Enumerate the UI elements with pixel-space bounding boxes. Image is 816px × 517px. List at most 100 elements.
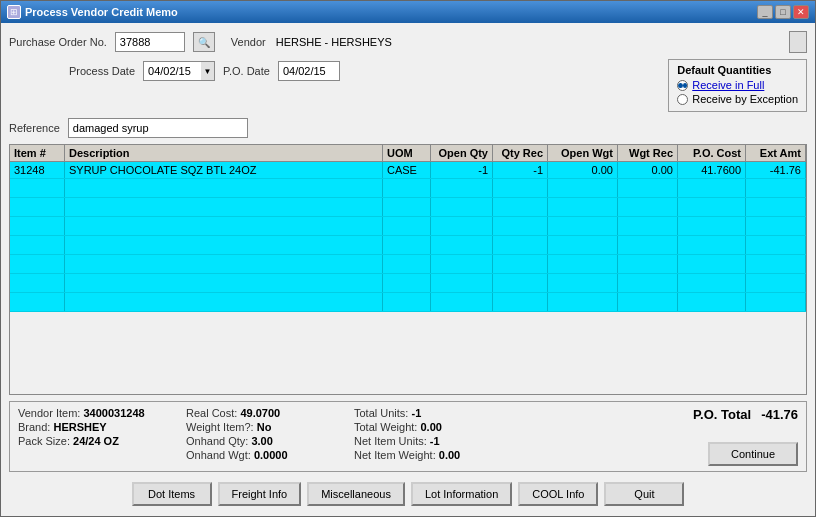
cell-openwgt [548, 293, 618, 311]
cell-openqty: -1 [431, 162, 493, 178]
reference-label: Reference [9, 122, 60, 134]
restore-button[interactable]: □ [775, 5, 791, 19]
net-item-weight-label: Net Item Weight: [354, 449, 436, 461]
cell-item [10, 217, 65, 235]
items-table: Item # Description UOM Open Qty Qty Rec … [9, 144, 807, 395]
freight-info-button[interactable]: Freight Info [218, 482, 302, 506]
receive-by-exception-option[interactable]: Receive by Exception [677, 93, 798, 105]
table-row[interactable] [10, 198, 806, 217]
total-weight-row: Total Weight: 0.00 [354, 421, 514, 433]
cell-desc [65, 255, 383, 273]
cell-openwgt [548, 198, 618, 216]
dot-items-button[interactable]: Dot Items [132, 482, 212, 506]
receive-in-full-label: Receive in Full [692, 79, 764, 91]
miscellaneous-button[interactable]: Miscellaneous [307, 482, 405, 506]
quit-button[interactable]: Quit [604, 482, 684, 506]
info-col-1: Vendor Item: 3400031248 Brand: HERSHEY P… [18, 407, 178, 447]
table-row[interactable] [10, 179, 806, 198]
cell-uom [383, 217, 431, 235]
real-cost-label: Real Cost: [186, 407, 237, 419]
cell-pocost: 41.7600 [678, 162, 746, 178]
main-window: ⊞ Process Vendor Credit Memo _ □ ✕ Purch… [0, 0, 816, 517]
cell-desc [65, 293, 383, 311]
cell-item [10, 198, 65, 216]
cell-pocost [678, 217, 746, 235]
cell-desc [65, 274, 383, 292]
vendor-item-label: Vendor Item: [18, 407, 80, 419]
cell-wgtrec [618, 236, 678, 254]
receive-in-full-option[interactable]: Receive in Full [677, 79, 798, 91]
cell-openqty [431, 255, 493, 273]
cell-qtyrec [493, 198, 548, 216]
vendor-label: Vendor [231, 36, 266, 48]
po-total-label: P.O. Total [693, 407, 751, 422]
continue-button[interactable]: Continue [708, 442, 798, 466]
table-row[interactable] [10, 217, 806, 236]
table-row[interactable] [10, 236, 806, 255]
cell-openqty [431, 293, 493, 311]
cell-item [10, 236, 65, 254]
po-total-section: P.O. Total -41.76 Continue [693, 407, 798, 466]
table-row[interactable] [10, 274, 806, 293]
minimize-button[interactable]: _ [757, 5, 773, 19]
titlebar-left: ⊞ Process Vendor Credit Memo [7, 5, 178, 19]
pack-size-row: Pack Size: 24/24 OZ [18, 435, 178, 447]
po-vendor-row: Purchase Order No. 🔍 Vendor HERSHE - HER… [9, 31, 807, 53]
cell-openwgt [548, 274, 618, 292]
cell-openwgt [548, 236, 618, 254]
vendor-detail-button[interactable] [789, 31, 807, 53]
cell-uom [383, 293, 431, 311]
col-header-desc: Description [65, 145, 383, 161]
process-date-dropdown-arrow[interactable]: ▼ [201, 61, 215, 81]
receive-in-full-radio[interactable] [677, 80, 688, 91]
process-date-input[interactable] [143, 61, 201, 81]
table-row[interactable]: 31248 SYRUP CHOCOLATE SQZ BTL 24OZ CASE … [10, 162, 806, 179]
pack-size-value: 24/24 OZ [73, 435, 119, 447]
cell-wgtrec [618, 255, 678, 273]
cool-info-button[interactable]: COOL Info [518, 482, 598, 506]
info-col-2: Real Cost: 49.0700 Weight Item?: No Onha… [186, 407, 346, 461]
cell-wgtrec [618, 217, 678, 235]
info-col-3: Total Units: -1 Total Weight: 0.00 Net I… [354, 407, 514, 461]
col-header-wgtrec: Wgt Rec [618, 145, 678, 161]
net-item-weight-row: Net Item Weight: 0.00 [354, 449, 514, 461]
cell-uom [383, 198, 431, 216]
cell-uom [383, 179, 431, 197]
total-units-label: Total Units: [354, 407, 408, 419]
cell-extamt [746, 293, 806, 311]
vendor-value: HERSHE - HERSHEYS [276, 36, 392, 48]
po-search-button[interactable]: 🔍 [193, 32, 215, 52]
onhand-qty-value: 3.00 [251, 435, 272, 447]
cell-openqty [431, 179, 493, 197]
receive-by-exception-radio[interactable] [677, 94, 688, 105]
po-date-input[interactable] [278, 61, 340, 81]
brand-label: Brand: [18, 421, 50, 433]
info-panel: Vendor Item: 3400031248 Brand: HERSHEY P… [9, 401, 807, 472]
lot-information-button[interactable]: Lot Information [411, 482, 512, 506]
onhand-wgt-row: Onhand Wgt: 0.0000 [186, 449, 346, 461]
onhand-wgt-value: 0.0000 [254, 449, 288, 461]
cell-openqty [431, 236, 493, 254]
col-header-qtyrec: Qty Rec [493, 145, 548, 161]
cell-item [10, 255, 65, 273]
close-button[interactable]: ✕ [793, 5, 809, 19]
cell-pocost [678, 255, 746, 273]
net-item-units-row: Net Item Units: -1 [354, 435, 514, 447]
total-weight-label: Total Weight: [354, 421, 417, 433]
cell-desc [65, 217, 383, 235]
reference-input[interactable] [68, 118, 248, 138]
po-number-input[interactable] [115, 32, 185, 52]
cell-extamt [746, 198, 806, 216]
cell-openqty [431, 274, 493, 292]
col-header-extamt: Ext Amt [746, 145, 806, 161]
cell-item: 31248 [10, 162, 65, 178]
table-row[interactable] [10, 293, 806, 312]
table-row[interactable] [10, 255, 806, 274]
vendor-item-value: 3400031248 [83, 407, 144, 419]
real-cost-row: Real Cost: 49.0700 [186, 407, 346, 419]
po-total-row: P.O. Total -41.76 [693, 407, 798, 422]
cell-qtyrec [493, 274, 548, 292]
weight-item-value: No [257, 421, 272, 433]
date-quantities-row: Process Date ▼ P.O. Date Default Quantit… [9, 59, 807, 112]
receive-by-exception-label: Receive by Exception [692, 93, 798, 105]
